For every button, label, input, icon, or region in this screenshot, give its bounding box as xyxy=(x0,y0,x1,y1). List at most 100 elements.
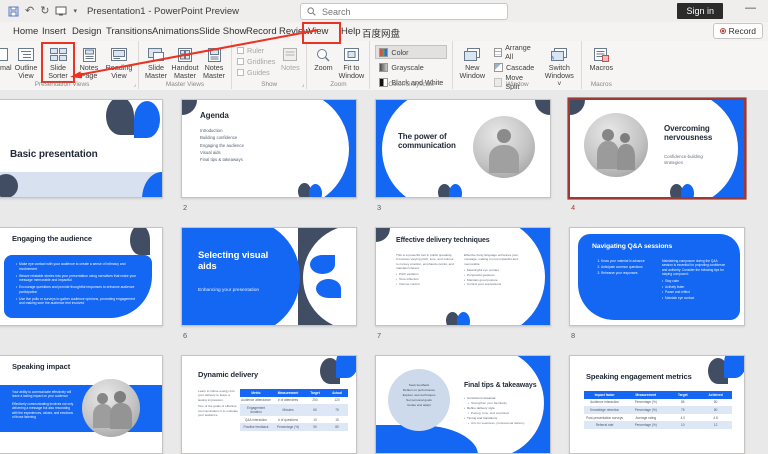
checkbox-icon xyxy=(237,47,244,54)
tab-insert[interactable]: Insert xyxy=(42,26,66,37)
table-cell: Q&A interaction xyxy=(240,415,273,424)
slide-sorter-button[interactable]: Slide Sorter xyxy=(41,42,75,83)
gridlines-checkbox[interactable]: Gridlines xyxy=(237,57,275,66)
window-title: Presentation1 - PowerPoint Preview xyxy=(86,5,240,17)
slide-title: The power of communication xyxy=(398,132,456,150)
dialog-launcher-icon[interactable]: ⌟ xyxy=(133,81,136,88)
search-input[interactable] xyxy=(320,5,474,18)
tab-design[interactable]: Design xyxy=(72,26,102,37)
table-row: Knowledge retention Percentage (%) 75 80 xyxy=(584,406,732,414)
search-box[interactable] xyxy=(300,3,508,20)
slide-thumbnail-7[interactable]: Effective delivery techniques This is a … xyxy=(375,227,551,326)
logo-petal xyxy=(316,279,341,298)
new-window-icon xyxy=(464,47,481,62)
reading-view-button[interactable]: Reading View xyxy=(103,42,135,83)
customize-qat-icon[interactable]: ▾ xyxy=(73,8,77,15)
slide-thumbnail-5[interactable]: Engaging the audience Make eye contact w… xyxy=(0,227,163,326)
tab-home[interactable]: Home xyxy=(13,26,38,37)
handout-master-button[interactable]: Handout Master xyxy=(170,42,200,83)
circle-decoration xyxy=(192,228,300,325)
group-label-master-views: Master Views xyxy=(165,81,205,88)
slide-master-button[interactable]: Slide Master xyxy=(142,42,170,83)
slide-title: Speaking engagement metrics xyxy=(586,372,692,381)
tab-slide-show[interactable]: Slide Show xyxy=(199,26,247,37)
reading-view-icon xyxy=(111,47,127,62)
slide-master-icon xyxy=(148,47,164,62)
slide-subtitle: Enhancing your presentation xyxy=(198,288,260,293)
list-item: Final tips & takeaways xyxy=(200,157,243,163)
grayscale-button[interactable]: Grayscale xyxy=(375,60,447,74)
save-icon[interactable] xyxy=(8,6,19,17)
tab-record[interactable]: Record xyxy=(246,26,277,37)
guides-checkbox[interactable]: Guides xyxy=(237,68,275,77)
tab-help[interactable]: Help xyxy=(341,26,361,37)
start-slideshow-icon[interactable] xyxy=(55,6,67,16)
circle-text: Seek feedback Reflect on performance Exp… xyxy=(388,369,450,408)
table-header: Target xyxy=(666,391,700,399)
slide-title: Final tips & takeaways xyxy=(464,382,537,389)
fit-to-window-button[interactable]: Fit to Window xyxy=(336,42,366,83)
record-button[interactable]: Record xyxy=(712,23,763,39)
slide-title: Dynamic delivery xyxy=(198,370,259,379)
normal-view-button[interactable]: Normal xyxy=(0,42,12,75)
table-cell: 75 xyxy=(326,404,348,416)
slide-number: 8 xyxy=(571,331,576,340)
fit-to-window-label: Fit to Window xyxy=(338,63,365,80)
tab-baidu-netdisk[interactable]: 百度网盘 xyxy=(362,26,400,40)
undo-icon[interactable]: ↶ xyxy=(25,5,34,17)
outline-view-button[interactable]: Outline View xyxy=(11,42,41,83)
bullet-item: Weave relatable stories into your presen… xyxy=(16,274,140,284)
slide-thumbnail-3[interactable]: The power of communication xyxy=(375,99,551,198)
table-cell: Engagement duration xyxy=(240,404,273,416)
slide-thumbnail-4-selected[interactable]: Overcoming nervousness Confidence-buildi… xyxy=(569,99,745,198)
slide-thumbnail-10[interactable]: Dynamic delivery Learn to infuse energy … xyxy=(181,355,357,454)
cascade-button[interactable]: Cascade xyxy=(490,60,538,74)
slide-number: 3 xyxy=(377,203,382,212)
ruler-checkbox[interactable]: Ruler xyxy=(237,46,275,55)
new-window-button[interactable]: New Window xyxy=(456,42,488,83)
redo-icon[interactable]: ↻ xyxy=(40,5,49,17)
arrange-all-label: Arrange All xyxy=(505,43,531,61)
checkbox-icon xyxy=(237,58,244,65)
group-show: Ruler Gridlines Guides Notes Show ⌟ xyxy=(232,41,308,89)
search-icon xyxy=(307,7,316,16)
macros-icon xyxy=(593,47,609,62)
view-tab-red-highlight xyxy=(302,22,341,44)
dialog-launcher-icon[interactable]: ⌟ xyxy=(302,81,305,88)
slide-sorter-canvas: Basic presentation Agenda Introduction B… xyxy=(0,90,768,454)
minimize-button[interactable]: — xyxy=(745,2,756,14)
sign-in-button[interactable]: Sign in xyxy=(677,3,723,19)
notes-master-button[interactable]: Notes Master xyxy=(200,42,228,83)
slide-thumbnail-12[interactable]: Speaking engagement metrics Impact facto… xyxy=(569,355,745,454)
slide-thumbnail-11[interactable]: Seek feedback Reflect on performance Exp… xyxy=(375,355,551,454)
tab-transitions[interactable]: Transitions xyxy=(106,26,152,37)
speakers-photo xyxy=(584,113,648,177)
color-button[interactable]: Color xyxy=(375,45,448,59)
slide-title: Agenda xyxy=(200,111,229,120)
tab-animations[interactable]: Animations xyxy=(152,26,199,37)
slide-thumbnail-6[interactable]: Selecting visual aids Enhancing your pre… xyxy=(181,227,357,326)
slide-subtitle: Confidence-building strategies xyxy=(664,154,703,165)
circle-line: Seek feedback xyxy=(408,383,430,387)
grayscale-label: Grayscale xyxy=(391,62,424,72)
slide-thumbnail-9[interactable]: Speaking impact Your ability to communic… xyxy=(0,355,163,454)
macros-button[interactable]: Macros xyxy=(585,42,617,75)
table-cell: 120 xyxy=(326,396,348,405)
switch-windows-icon xyxy=(551,47,568,62)
group-label-color-grayscale: Color/Grayscale xyxy=(388,81,435,88)
zoom-button[interactable]: Zoom xyxy=(310,42,336,75)
slide-thumbnail-2[interactable]: Agenda Introduction Building confidence … xyxy=(181,99,357,198)
crescent-decoration xyxy=(690,100,744,197)
circle-line: Reflect on performance xyxy=(402,387,436,392)
table-row: Audience attendance # of attendees 250 120 xyxy=(240,396,348,405)
group-label-macros: Macros xyxy=(590,81,612,88)
table-cell: Post-presentation surveys xyxy=(584,413,626,422)
arrange-all-button[interactable]: Arrange All xyxy=(490,43,538,61)
notes-button: Notes xyxy=(277,42,303,75)
slide-thumbnail-8[interactable]: Navigating Q&A sessions Know your materi… xyxy=(569,227,745,326)
table-cell: Audience interaction xyxy=(584,398,626,407)
slide-thumbnail-1[interactable]: Basic presentation xyxy=(0,99,163,198)
table-cell: 80 xyxy=(699,398,732,407)
text-block: Your ability to communicate effectively … xyxy=(12,390,76,423)
notes-page-button[interactable]: Notes Page xyxy=(75,42,103,83)
